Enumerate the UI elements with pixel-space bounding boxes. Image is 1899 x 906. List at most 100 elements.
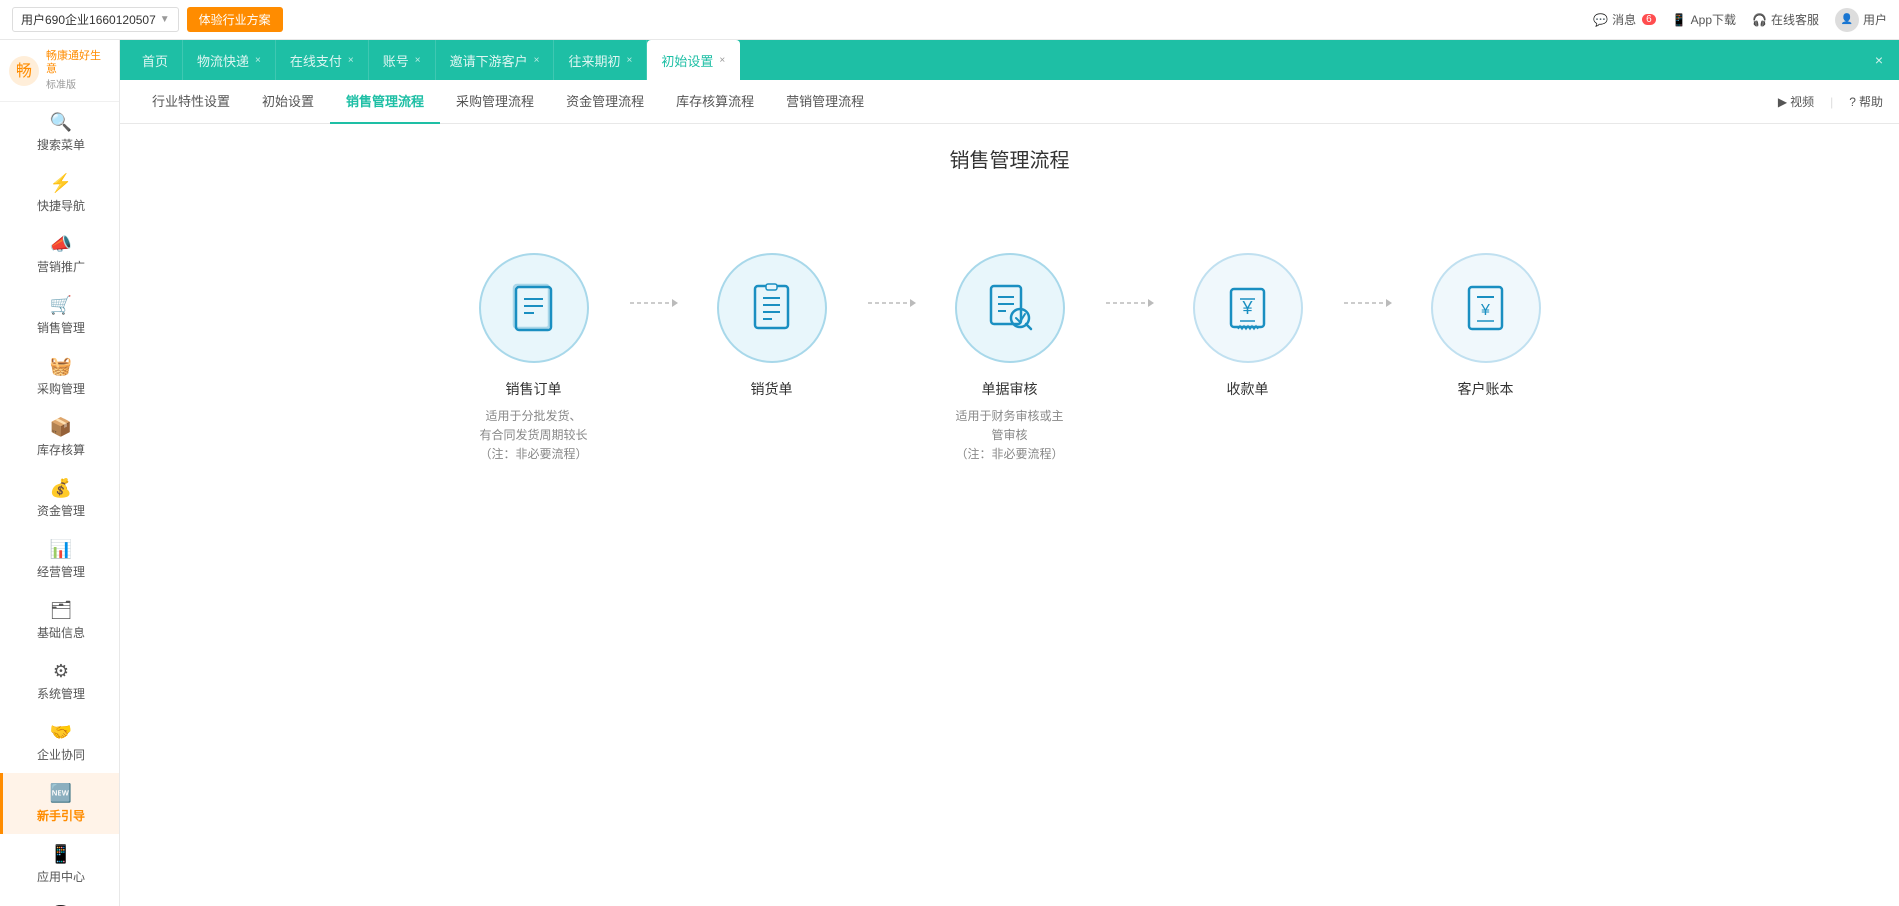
sidebar-item-search-menu[interactable]: 🔍 搜索菜单 (0, 102, 119, 163)
flow-desc-doc-review: 适用于财务审核或主管审核（注：非必要流程） (955, 407, 1063, 465)
sub-tab-purchase-flow[interactable]: 采购管理流程 (440, 80, 550, 124)
chart-icon: 📊 (50, 539, 72, 560)
sidebar-item-quick-nav[interactable]: ⚡ 快捷导航 (0, 163, 119, 224)
nav-tab-initsettings[interactable]: 初始设置 × (647, 40, 740, 80)
sidebar-item-appcenter[interactable]: 📱 应用中心 (0, 834, 119, 895)
sidebar-label-ops: 经营管理 (37, 563, 85, 580)
flow-arrow-1 (624, 293, 682, 313)
sidebar-label-appcenter: 应用中心 (37, 868, 85, 885)
cart-icon: 🛒 (50, 295, 72, 316)
flow-item-sales-invoice: 销货单 (682, 253, 862, 407)
sidebar-label-inventory: 库存核算 (37, 441, 85, 458)
sidebar-item-system[interactable]: ⚙ 系统管理 (0, 651, 119, 712)
sub-tab-init[interactable]: 初始设置 (246, 80, 330, 124)
flow-circle-sales-order[interactable] (479, 253, 589, 363)
nav-tab-account-close[interactable]: × (415, 55, 421, 66)
sub-tab-finance-flow[interactable]: 资金管理流程 (550, 80, 660, 124)
mobile-icon: 📱 (50, 844, 72, 865)
flow-item-customer-ledger: ¥ 客户账本 (1396, 253, 1576, 407)
play-icon: ▶ (1778, 95, 1787, 109)
help-icon: ? (1849, 95, 1856, 109)
flow-arrow-3 (1100, 293, 1158, 313)
logo-subtitle: 标准版 (46, 76, 111, 91)
nav-tab-payment-close[interactable]: × (348, 55, 354, 66)
sub-tab-inventory-flow-label: 库存核算流程 (676, 91, 754, 110)
nav-tab-logistics-close[interactable]: × (255, 55, 261, 66)
user-avatar-group[interactable]: 👤 用户 (1835, 8, 1887, 32)
sidebar-label-newguide: 新手引导 (37, 807, 85, 824)
nav-tab-invite[interactable]: 邀请下游客户 × (436, 40, 555, 80)
search-icon: 🔍 (50, 112, 72, 133)
sidebar-label-marketing: 营销推广 (37, 258, 85, 275)
nav-tab-period-close[interactable]: × (626, 55, 632, 66)
online-service-label: 在线客服 (1771, 11, 1819, 28)
sub-tab-finance-flow-label: 资金管理流程 (566, 91, 644, 110)
svg-text:¥: ¥ (1480, 302, 1490, 319)
sub-tab-industry[interactable]: 行业特性设置 (136, 80, 246, 124)
new-icon: 🆕 (50, 783, 72, 804)
flow-item-sales-order: 销售订单 适用于分批发货、有合同发货周期较长（注：非必要流程） (444, 253, 624, 465)
sidebar-item-inventory[interactable]: 📦 库存核算 (0, 407, 119, 468)
page-content: 销售管理流程 销售订单 适用于分批发货、有合同 (120, 124, 1899, 906)
nav-tab-invite-close[interactable]: × (534, 55, 540, 66)
help-link[interactable]: ? 帮助 (1849, 93, 1883, 110)
sidebar-label-sales: 销售管理 (37, 319, 85, 336)
nav-tab-period-label: 往来期初 (568, 51, 620, 70)
sidebar-item-newguide[interactable]: 🆕 新手引导 (0, 773, 119, 834)
user-selector[interactable]: 用户690企业1660120507 ▼ (12, 7, 179, 32)
logo-main-text: 畅康通好生意 (46, 50, 111, 76)
sub-tabs-right: ▶ 视频 | ? 帮助 (1778, 93, 1883, 110)
nav-tab-logistics[interactable]: 物流快递 × (183, 40, 276, 80)
sidebar-label-collab: 企业协同 (37, 746, 85, 763)
message-icon: 💬 (1593, 13, 1608, 27)
sidebar-item-purchase[interactable]: 🧺 采购管理 (0, 346, 119, 407)
sidebar-label-baseinfo: 基础信息 (37, 624, 85, 641)
sidebar-item-marketing[interactable]: 📣 营销推广 (0, 224, 119, 285)
page-title: 销售管理流程 (140, 144, 1879, 173)
nav-tab-payment[interactable]: 在线支付 × (276, 40, 369, 80)
chevron-down-icon: ▼ (160, 14, 170, 25)
nav-tab-account[interactable]: 账号 × (369, 40, 436, 80)
header-right: 💬 消息 6 📱 App下载 🎧 在线客服 👤 用户 (1593, 8, 1887, 32)
sidebar-item-ops[interactable]: 📊 经营管理 (0, 529, 119, 590)
flow-name-customer-ledger: 客户账本 (1458, 379, 1514, 399)
nav-tab-logistics-label: 物流快递 (197, 51, 249, 70)
flow-name-receipt: 收款单 (1227, 379, 1269, 399)
svg-text:¥: ¥ (1241, 298, 1253, 318)
experience-button[interactable]: 体验行业方案 (187, 7, 283, 32)
sub-tab-sales-flow[interactable]: 销售管理流程 (330, 80, 440, 124)
sidebar-item-baseinfo[interactable]: 🗂 基础信息 (0, 590, 119, 651)
message-group[interactable]: 💬 消息 6 (1593, 11, 1656, 28)
sidebar-label-search-menu: 搜索菜单 (37, 136, 85, 153)
flow-circle-sales-invoice[interactable] (717, 253, 827, 363)
sub-tab-init-label: 初始设置 (262, 91, 314, 110)
flow-circle-receipt[interactable]: ¥ (1193, 253, 1303, 363)
sub-tab-inventory-flow[interactable]: 库存核算流程 (660, 80, 770, 124)
flow-name-doc-review: 单据审核 (982, 379, 1038, 399)
flow-circle-doc-review[interactable] (955, 253, 1065, 363)
sidebar-item-collab[interactable]: 🤝 企业协同 (0, 712, 119, 773)
online-service-group[interactable]: 🎧 在线客服 (1752, 11, 1819, 28)
flow-name-sales-order: 销售订单 (506, 379, 562, 399)
nav-close-all-button[interactable]: × (1867, 52, 1891, 68)
sidebar-item-corpwechat[interactable]: 💬 企业微信 (0, 895, 119, 906)
sub-tab-sales-flow-label: 销售管理流程 (346, 91, 424, 110)
message-label: 消息 (1612, 11, 1636, 28)
nav-tab-period[interactable]: 往来期初 × (554, 40, 647, 80)
user-name-label: 用户 (1863, 11, 1887, 28)
video-link[interactable]: ▶ 视频 (1778, 93, 1814, 110)
nav-tab-home[interactable]: 首页 (128, 40, 183, 80)
app-download-group[interactable]: 📱 App下载 (1672, 11, 1736, 28)
sub-tab-mkt-flow[interactable]: 营销管理流程 (770, 80, 880, 124)
sidebar-item-sales[interactable]: 🛒 销售管理 (0, 285, 119, 346)
sidebar-logo: 畅 畅康通好生意 标准版 (0, 40, 119, 102)
basket-icon: 🧺 (50, 356, 72, 377)
sidebar-label-system: 系统管理 (37, 685, 85, 702)
flow-circle-customer-ledger[interactable]: ¥ (1431, 253, 1541, 363)
flow-arrow-2 (862, 293, 920, 313)
sub-tabs: 行业特性设置 初始设置 销售管理流程 采购管理流程 资金管理流程 库存核算流程 … (120, 80, 1899, 124)
nav-tab-initsettings-close[interactable]: × (719, 55, 725, 66)
sidebar-item-finance[interactable]: 💰 资金管理 (0, 468, 119, 529)
headset-icon: 🎧 (1752, 13, 1767, 27)
box-icon: 📦 (50, 417, 72, 438)
